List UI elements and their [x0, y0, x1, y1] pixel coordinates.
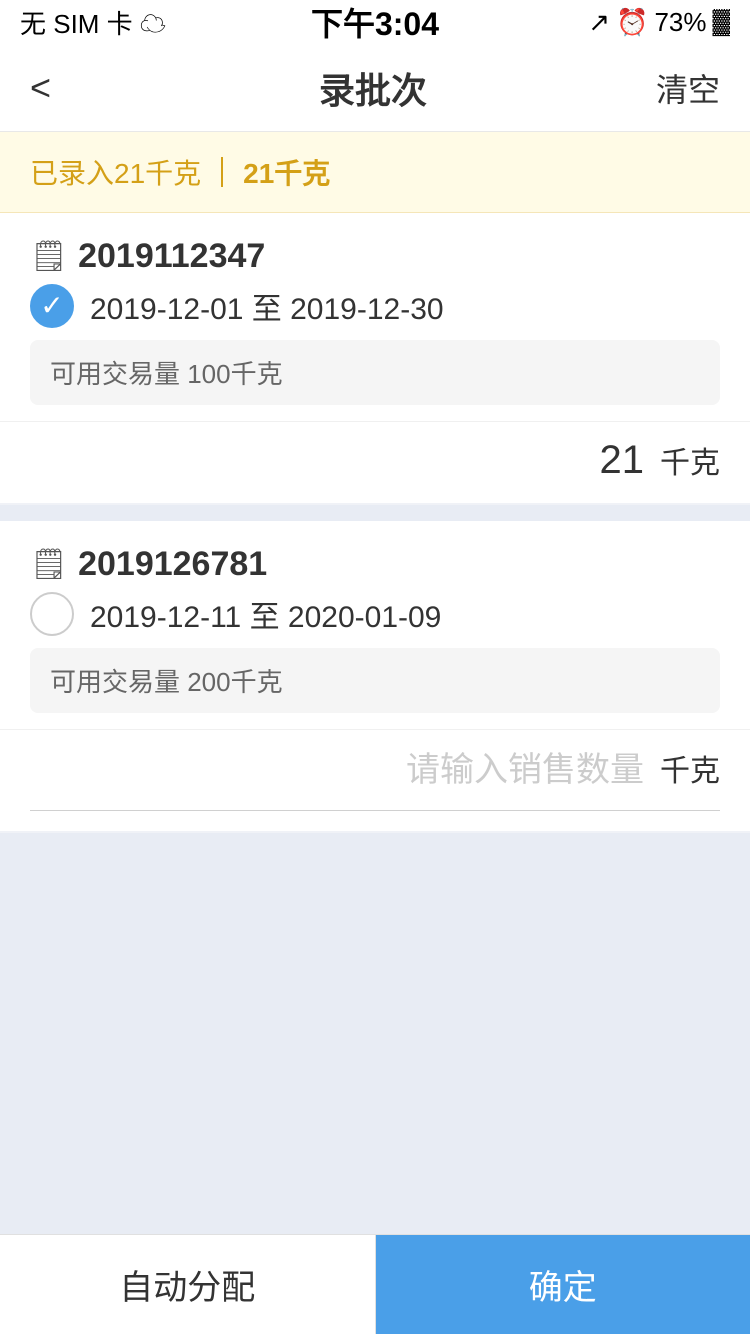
battery-text: 73%	[654, 7, 706, 38]
auto-distribute-button[interactable]: 自动分配	[0, 1235, 376, 1334]
clear-button[interactable]: 清空	[656, 65, 720, 111]
batch-qty-row-1: 21 千克	[0, 421, 750, 503]
batch-header-2: 🗒 2019126781	[0, 521, 750, 592]
checkmark-2: ✓	[40, 600, 63, 628]
status-right: ↗ ⏰ 73% ▓	[588, 7, 730, 38]
summary-value: 21千克	[243, 152, 330, 192]
nav-bar: < 录批次 清空	[0, 44, 750, 132]
batch-qty-unit-2: 千克	[660, 746, 720, 790]
status-time: 下午3:04	[311, 0, 439, 45]
batch-available-2: 可用交易量 200千克	[30, 648, 720, 713]
confirm-button[interactable]: 确定	[376, 1235, 750, 1334]
batch-qty-row-2[interactable]: 千克	[0, 729, 750, 810]
no-sim-text: 无 SIM 卡 ☁	[20, 4, 166, 41]
batch-id-1: 2019112347	[78, 237, 265, 276]
qty-input-wrapper[interactable]: 千克	[30, 746, 720, 790]
alarm-icon: ⏰	[616, 7, 648, 38]
back-button[interactable]: <	[30, 67, 90, 109]
page-title: 录批次	[319, 62, 427, 114]
batch-date-row-2: ✓ 2019-12-11 至 2020-01-09	[0, 592, 750, 648]
summary-banner: 已录入21千克 21千克	[0, 132, 750, 213]
status-left: 无 SIM 卡 ☁	[20, 4, 166, 41]
batch-card-1: 🗒 2019112347 ✓ 2019-12-01 至 2019-12-30 可…	[0, 213, 750, 503]
summary-divider	[221, 157, 223, 187]
batch-qty-value-1: 21	[600, 438, 645, 483]
card-bottom-padding	[0, 811, 750, 831]
batch-date-2: 2019-12-11 至 2020-01-09	[90, 592, 441, 636]
batch-available-1: 可用交易量 100千克	[30, 340, 720, 405]
batch-id-2: 2019126781	[78, 545, 267, 584]
batch-date-1: 2019-12-01 至 2019-12-30	[90, 284, 444, 328]
status-bar: 无 SIM 卡 ☁ 下午3:04 ↗ ⏰ 73% ▓	[0, 0, 750, 44]
doc-icon-2: 🗒	[30, 547, 68, 582]
batch-date-row-1: ✓ 2019-12-01 至 2019-12-30	[0, 284, 750, 340]
batch-qty-unit-1: 千克	[660, 438, 720, 482]
batch-checkbox-1[interactable]: ✓	[30, 284, 74, 328]
summary-label: 已录入21千克	[30, 152, 201, 192]
battery-icon: ▓	[713, 8, 731, 36]
doc-icon-1: 🗒	[30, 239, 68, 274]
batch-header-1: 🗒 2019112347	[0, 213, 750, 284]
location-icon: ↗	[588, 7, 610, 38]
batch-checkbox-2[interactable]: ✓	[30, 592, 74, 636]
batch-card-2: 🗒 2019126781 ✓ 2019-12-11 至 2020-01-09 可…	[0, 521, 750, 831]
checkmark-1: ✓	[40, 292, 63, 320]
batch-qty-input-2[interactable]	[344, 751, 644, 790]
section-separator	[0, 505, 750, 521]
footer: 自动分配 确定	[0, 1234, 750, 1334]
